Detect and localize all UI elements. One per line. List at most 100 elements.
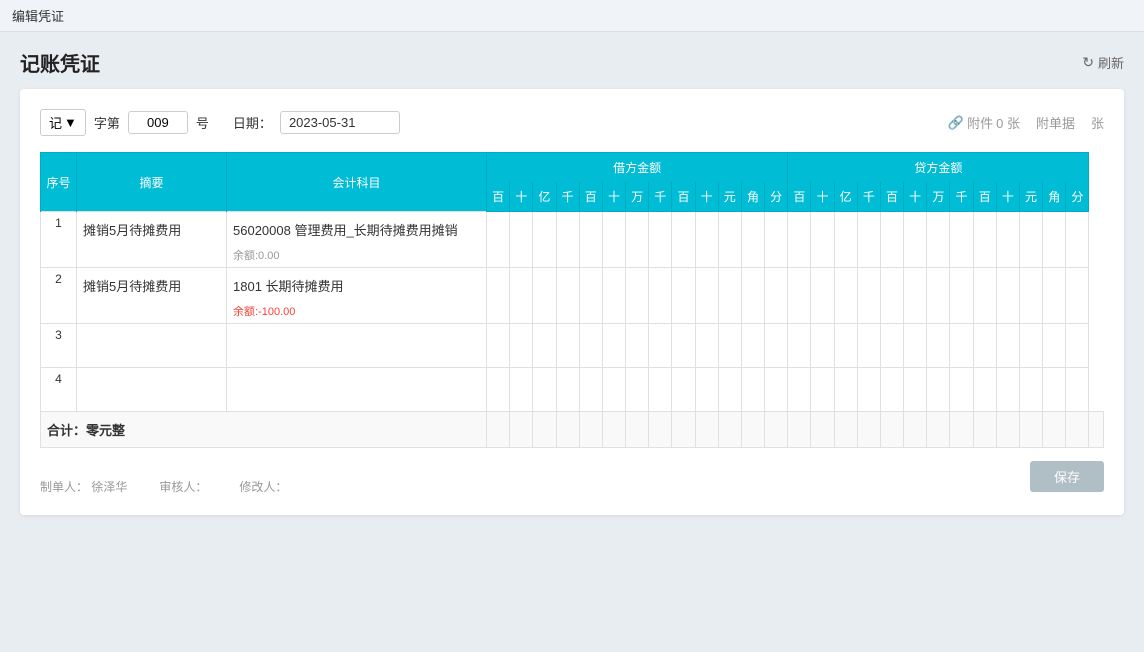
row-c1-10[interactable]: [1019, 212, 1042, 268]
row-d1-1[interactable]: [510, 212, 533, 268]
total-row: 合计：零元整: [41, 412, 1104, 448]
row-c1-7[interactable]: [950, 212, 973, 268]
row-account-2[interactable]: 1801 长期待摊费用 余额:-100.00: [227, 268, 487, 324]
row-c2-7[interactable]: [950, 268, 973, 324]
table-row[interactable]: 1 摊销5月待摊费用 56020008 管理费用_长期待摊费用摊销 余额:0.0…: [41, 212, 1104, 268]
row-d1-5[interactable]: [602, 212, 625, 268]
ji-button[interactable]: 记 ▼: [40, 109, 86, 136]
reviewer-area: 审核人：: [159, 478, 207, 495]
th-index: 序号: [41, 153, 77, 212]
row-d1-9[interactable]: [695, 212, 718, 268]
save-button[interactable]: 保存: [1030, 461, 1104, 492]
th-d10: 元: [718, 182, 741, 212]
table-row[interactable]: 4: [41, 368, 1104, 412]
row-d2-6[interactable]: [626, 268, 649, 324]
row-account-4[interactable]: [227, 368, 487, 412]
row-d2-9[interactable]: [695, 268, 718, 324]
row-c1-11[interactable]: [1043, 212, 1066, 268]
row-summary-1[interactable]: 摊销5月待摊费用: [77, 212, 227, 268]
row-d1-4[interactable]: [579, 212, 602, 268]
th-d12: 分: [765, 182, 788, 212]
row-c2-1[interactable]: [811, 268, 834, 324]
hao-label: 号: [196, 113, 209, 132]
row-d1-10[interactable]: [718, 212, 741, 268]
row-c2-10[interactable]: [1019, 268, 1042, 324]
modifier-label: 修改人：: [239, 480, 287, 494]
row-c1-0[interactable]: [788, 212, 811, 268]
row-d2-3[interactable]: [556, 268, 579, 324]
row-account-1[interactable]: 56020008 管理费用_长期待摊费用摊销 余额:0.00: [227, 212, 487, 268]
row-summary-3[interactable]: [77, 324, 227, 368]
row-d1-11[interactable]: [741, 212, 764, 268]
row-c2-8[interactable]: [973, 268, 996, 324]
table-row[interactable]: 3: [41, 324, 1104, 368]
refresh-icon: ↻: [1082, 54, 1094, 71]
row-account-3[interactable]: [227, 324, 487, 368]
zhang-label: 张: [1091, 113, 1104, 132]
modifier-area: 修改人：: [239, 478, 287, 495]
row-c2-6[interactable]: [927, 268, 950, 324]
row-c1-3[interactable]: [857, 212, 880, 268]
row-c2-0[interactable]: [788, 268, 811, 324]
row-d2-4[interactable]: [579, 268, 602, 324]
th-credit-group: 贷方金额: [788, 153, 1089, 183]
attachment-area[interactable]: 🔗 附件 0 张: [948, 113, 1020, 132]
row-c2-2[interactable]: [834, 268, 857, 324]
row-c1-12[interactable]: [1066, 212, 1089, 268]
row-c1-5[interactable]: [904, 212, 927, 268]
footer-area: 制单人： 徐泽华 审核人： 修改人： 保存: [40, 458, 1104, 495]
row-d2-10[interactable]: [718, 268, 741, 324]
row-d2-7[interactable]: [649, 268, 672, 324]
th-d9: 十: [695, 182, 718, 212]
refresh-label: 刷新: [1098, 53, 1124, 72]
th-c5: 十: [904, 182, 927, 212]
date-input[interactable]: [280, 111, 400, 134]
row-c1-2[interactable]: [834, 212, 857, 268]
date-label: 日期：: [233, 113, 272, 132]
row-d2-5[interactable]: [602, 268, 625, 324]
row-c1-8[interactable]: [973, 212, 996, 268]
row-d2-12[interactable]: [765, 268, 788, 324]
row-summary-4[interactable]: [77, 368, 227, 412]
row-d1-6[interactable]: [626, 212, 649, 268]
row-c1-4[interactable]: [880, 212, 903, 268]
window-title-bar: 编辑凭证: [0, 0, 1144, 32]
attachment-icon: 🔗: [948, 115, 964, 131]
row-d2-11[interactable]: [741, 268, 764, 324]
row-d1-7[interactable]: [649, 212, 672, 268]
row-c2-3[interactable]: [857, 268, 880, 324]
th-c4: 百: [880, 182, 903, 212]
table-row[interactable]: 2 摊销5月待摊费用 1801 长期待摊费用 余额:-100.00: [41, 268, 1104, 324]
row-d1-12[interactable]: [765, 212, 788, 268]
row-d1-0[interactable]: [487, 212, 510, 268]
row-c2-12[interactable]: [1066, 268, 1089, 324]
ji-dropdown-icon: ▼: [64, 115, 77, 130]
creator-name: 徐泽华: [91, 480, 127, 494]
row-c2-5[interactable]: [904, 268, 927, 324]
refresh-button[interactable]: ↻ 刷新: [1082, 53, 1124, 72]
th-c2: 亿: [834, 182, 857, 212]
row-c2-9[interactable]: [996, 268, 1019, 324]
th-d7: 千: [649, 182, 672, 212]
th-c0: 百: [788, 182, 811, 212]
row-c1-6[interactable]: [927, 212, 950, 268]
row-c1-9[interactable]: [996, 212, 1019, 268]
creator-label: 制单人：: [40, 480, 88, 494]
row-c2-4[interactable]: [880, 268, 903, 324]
row-d2-1[interactable]: [510, 268, 533, 324]
row-d2-2[interactable]: [533, 268, 556, 324]
zi-number-input[interactable]: [128, 111, 188, 134]
th-d1: 十: [510, 182, 533, 212]
row-c2-11[interactable]: [1043, 268, 1066, 324]
row-d1-2[interactable]: [533, 212, 556, 268]
th-d11: 角: [741, 182, 764, 212]
row-d2-0[interactable]: [487, 268, 510, 324]
total-label: 合计：零元整: [41, 412, 487, 448]
row-d2-8[interactable]: [672, 268, 695, 324]
page-title: 记账凭证: [20, 48, 100, 77]
row-d1-8[interactable]: [672, 212, 695, 268]
th-c7: 千: [950, 182, 973, 212]
row-c1-1[interactable]: [811, 212, 834, 268]
row-d1-3[interactable]: [556, 212, 579, 268]
row-summary-2[interactable]: 摊销5月待摊费用: [77, 268, 227, 324]
